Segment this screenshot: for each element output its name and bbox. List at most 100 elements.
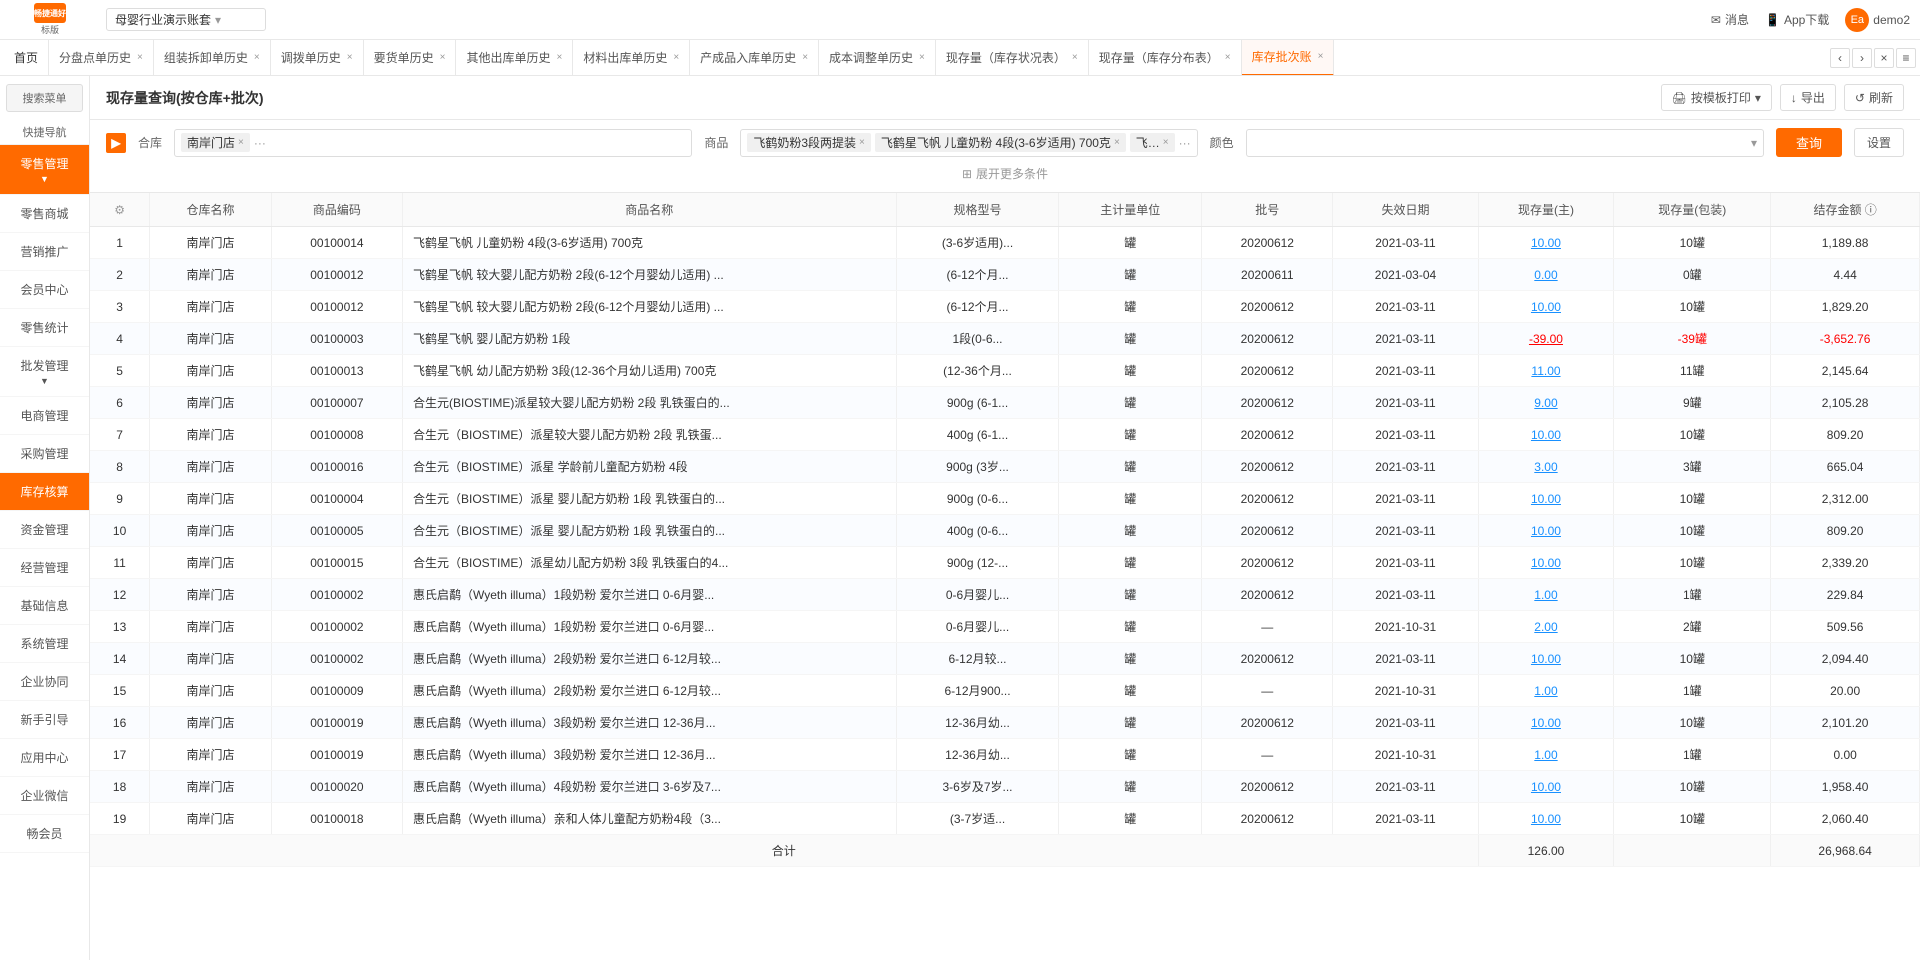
sidebar-item-inventory[interactable]: 库存核算	[0, 473, 89, 511]
cell-qty-pkg: -39罐	[1614, 323, 1771, 355]
tab-inventory-status[interactable]: 现存量（库存状况表） ×	[936, 40, 1089, 76]
close-icon[interactable]: ×	[254, 52, 260, 63]
filter-more-btn[interactable]: ···	[254, 136, 266, 150]
sidebar-item-retail-shop[interactable]: 零售商城	[0, 195, 89, 233]
tab-home[interactable]: 首页	[4, 40, 49, 76]
dropdown-icon: ▾	[215, 13, 221, 27]
sidebar-item-guide[interactable]: 新手引导	[0, 701, 89, 739]
expand-more-btn[interactable]: ⊞ 展开更多条件	[106, 163, 1904, 184]
user-area[interactable]: Ea demo2	[1845, 8, 1910, 32]
settings-btn[interactable]: 设置	[1854, 128, 1904, 157]
sidebar-item-retail-mgmt[interactable]: 零售管理 ▼	[0, 145, 89, 195]
cell-qty[interactable]: 10.00	[1478, 227, 1614, 259]
cell-qty[interactable]: 10.00	[1478, 707, 1614, 739]
cell-qty[interactable]: 10.00	[1478, 419, 1614, 451]
cell-qty[interactable]: 1.00	[1478, 739, 1614, 771]
tab-diaoboddan[interactable]: 调拨单历史 ×	[271, 40, 364, 76]
sidebar-item-member[interactable]: 会员中心	[0, 271, 89, 309]
filter-row-1: ▶ 合库 南岸门店 × ··· 商品 飞鹤奶粉3段两提装 × 飞	[106, 128, 1904, 157]
tab-fenpandian[interactable]: 分盘点单历史 ×	[49, 40, 154, 76]
cell-qty[interactable]: -39.00	[1478, 323, 1614, 355]
tab-menu-btn[interactable]: ≡	[1896, 48, 1916, 68]
close-icon[interactable]: ×	[556, 52, 562, 63]
cell-batch: 20200612	[1202, 515, 1333, 547]
tab-other-out[interactable]: 其他出库单历史 ×	[456, 40, 573, 76]
cell-qty[interactable]: 11.00	[1478, 355, 1614, 387]
cell-qty[interactable]: 1.00	[1478, 675, 1614, 707]
cell-index: 11	[90, 547, 150, 579]
warehouse-filter[interactable]: 南岸门店 × ···	[174, 129, 692, 157]
cell-name: 合生元（BIOSTIME）派星 婴儿配方奶粉 1段 乳铁蛋白的...	[402, 483, 896, 515]
cell-qty[interactable]: 10.00	[1478, 515, 1614, 547]
expand-btn[interactable]: ▶	[106, 133, 126, 153]
search-menu-btn[interactable]: 搜索菜单	[6, 84, 83, 112]
sidebar-item-sys-mgmt[interactable]: 系统管理	[0, 625, 89, 663]
cell-qty[interactable]: 3.00	[1478, 451, 1614, 483]
close-icon[interactable]: ×	[440, 52, 446, 63]
sidebar-item-wholesale[interactable]: 批发管理 ▼	[0, 347, 89, 397]
close-icon[interactable]: ×	[347, 52, 353, 63]
close-icon[interactable]: ×	[919, 52, 925, 63]
filter-more-btn[interactable]: ···	[1179, 136, 1191, 150]
cell-qty[interactable]: 10.00	[1478, 771, 1614, 803]
close-icon[interactable]: ×	[1318, 51, 1324, 62]
sidebar-item-member2[interactable]: 畅会员	[0, 815, 89, 853]
tab-cost-adj[interactable]: 成本调整单历史 ×	[819, 40, 936, 76]
sidebar-item-marketing[interactable]: 营销推广	[0, 233, 89, 271]
tag-close-icon[interactable]: ×	[1163, 137, 1169, 148]
dropdown-icon: ▾	[1755, 91, 1761, 105]
cell-qty[interactable]: 10.00	[1478, 483, 1614, 515]
cell-qty-pkg: 10罐	[1614, 483, 1771, 515]
sidebar-item-purchase[interactable]: 采购管理	[0, 435, 89, 473]
sidebar-item-app-center[interactable]: 应用中心	[0, 739, 89, 777]
tab-close-btn[interactable]: ×	[1874, 48, 1894, 68]
tag-close-icon[interactable]: ×	[238, 137, 244, 148]
template-print-btn[interactable]: 🖨 按模板打印 ▾	[1661, 84, 1772, 111]
company-select[interactable]: 母婴行业演示账套 ▾	[106, 8, 266, 31]
close-icon[interactable]: ×	[673, 52, 679, 63]
tab-batch-account[interactable]: 库存批次账 ×	[1242, 40, 1335, 76]
cell-expiry: 2021-03-11	[1333, 771, 1478, 803]
app-download-btn[interactable]: 📱 App下载	[1765, 11, 1829, 28]
tab-prev-btn[interactable]: ‹	[1830, 48, 1850, 68]
sidebar-item-wechat[interactable]: 企业微信	[0, 777, 89, 815]
tab-zuchai[interactable]: 组装拆卸单历史 ×	[154, 40, 271, 76]
tab-product-in[interactable]: 产成品入库单历史 ×	[690, 40, 819, 76]
cell-qty[interactable]: 0.00	[1478, 259, 1614, 291]
tab-yaohuo[interactable]: 要货单历史 ×	[364, 40, 457, 76]
export-btn[interactable]: ↓ 导出	[1780, 84, 1836, 111]
tab-inventory-dist[interactable]: 现存量（库存分布表） ×	[1089, 40, 1242, 76]
cell-qty[interactable]: 9.00	[1478, 387, 1614, 419]
sidebar-shortcut[interactable]: 快捷导航	[0, 120, 89, 145]
product-filter[interactable]: 飞鹤奶粉3段两提装 × 飞鹤星飞帆 儿童奶粉 4段(3-6岁适用) 700克 ×…	[740, 129, 1197, 157]
color-filter[interactable]: ▾	[1246, 129, 1764, 157]
refresh-btn[interactable]: ↺ 刷新	[1844, 84, 1904, 111]
cell-qty-pkg: 2罐	[1614, 611, 1771, 643]
settings-icon[interactable]: ⚙	[114, 203, 125, 217]
tag-close-icon[interactable]: ×	[859, 137, 865, 148]
close-icon[interactable]: ×	[137, 52, 143, 63]
sidebar-item-enterprise[interactable]: 企业协同	[0, 663, 89, 701]
sidebar-item-finance[interactable]: 资金管理	[0, 511, 89, 549]
search-btn[interactable]: 查询	[1776, 128, 1842, 157]
cell-qty[interactable]: 2.00	[1478, 611, 1614, 643]
close-icon[interactable]: ×	[1225, 52, 1231, 63]
cell-qty[interactable]: 10.00	[1478, 547, 1614, 579]
cell-qty[interactable]: 10.00	[1478, 291, 1614, 323]
sidebar-item-basic-info[interactable]: 基础信息	[0, 587, 89, 625]
cell-qty[interactable]: 10.00	[1478, 803, 1614, 835]
sidebar-item-ecommerce[interactable]: 电商管理	[0, 397, 89, 435]
logo-area: 畅捷通好生意 标版	[10, 3, 90, 36]
message-btn[interactable]: ✉ 消息	[1711, 11, 1749, 28]
table-row: 18 南岸门店 00100020 惠氏启鹬（Wyeth illuma）4段奶粉 …	[90, 771, 1920, 803]
close-icon[interactable]: ×	[1072, 52, 1078, 63]
col-settings[interactable]: ⚙	[90, 193, 150, 227]
tab-next-btn[interactable]: ›	[1852, 48, 1872, 68]
cell-qty[interactable]: 10.00	[1478, 643, 1614, 675]
sidebar-item-retail-stats[interactable]: 零售统计	[0, 309, 89, 347]
sidebar-item-operations[interactable]: 经营管理	[0, 549, 89, 587]
cell-qty[interactable]: 1.00	[1478, 579, 1614, 611]
tab-material-out[interactable]: 材料出库单历史 ×	[573, 40, 690, 76]
close-icon[interactable]: ×	[802, 52, 808, 63]
tag-close-icon[interactable]: ×	[1114, 137, 1120, 148]
